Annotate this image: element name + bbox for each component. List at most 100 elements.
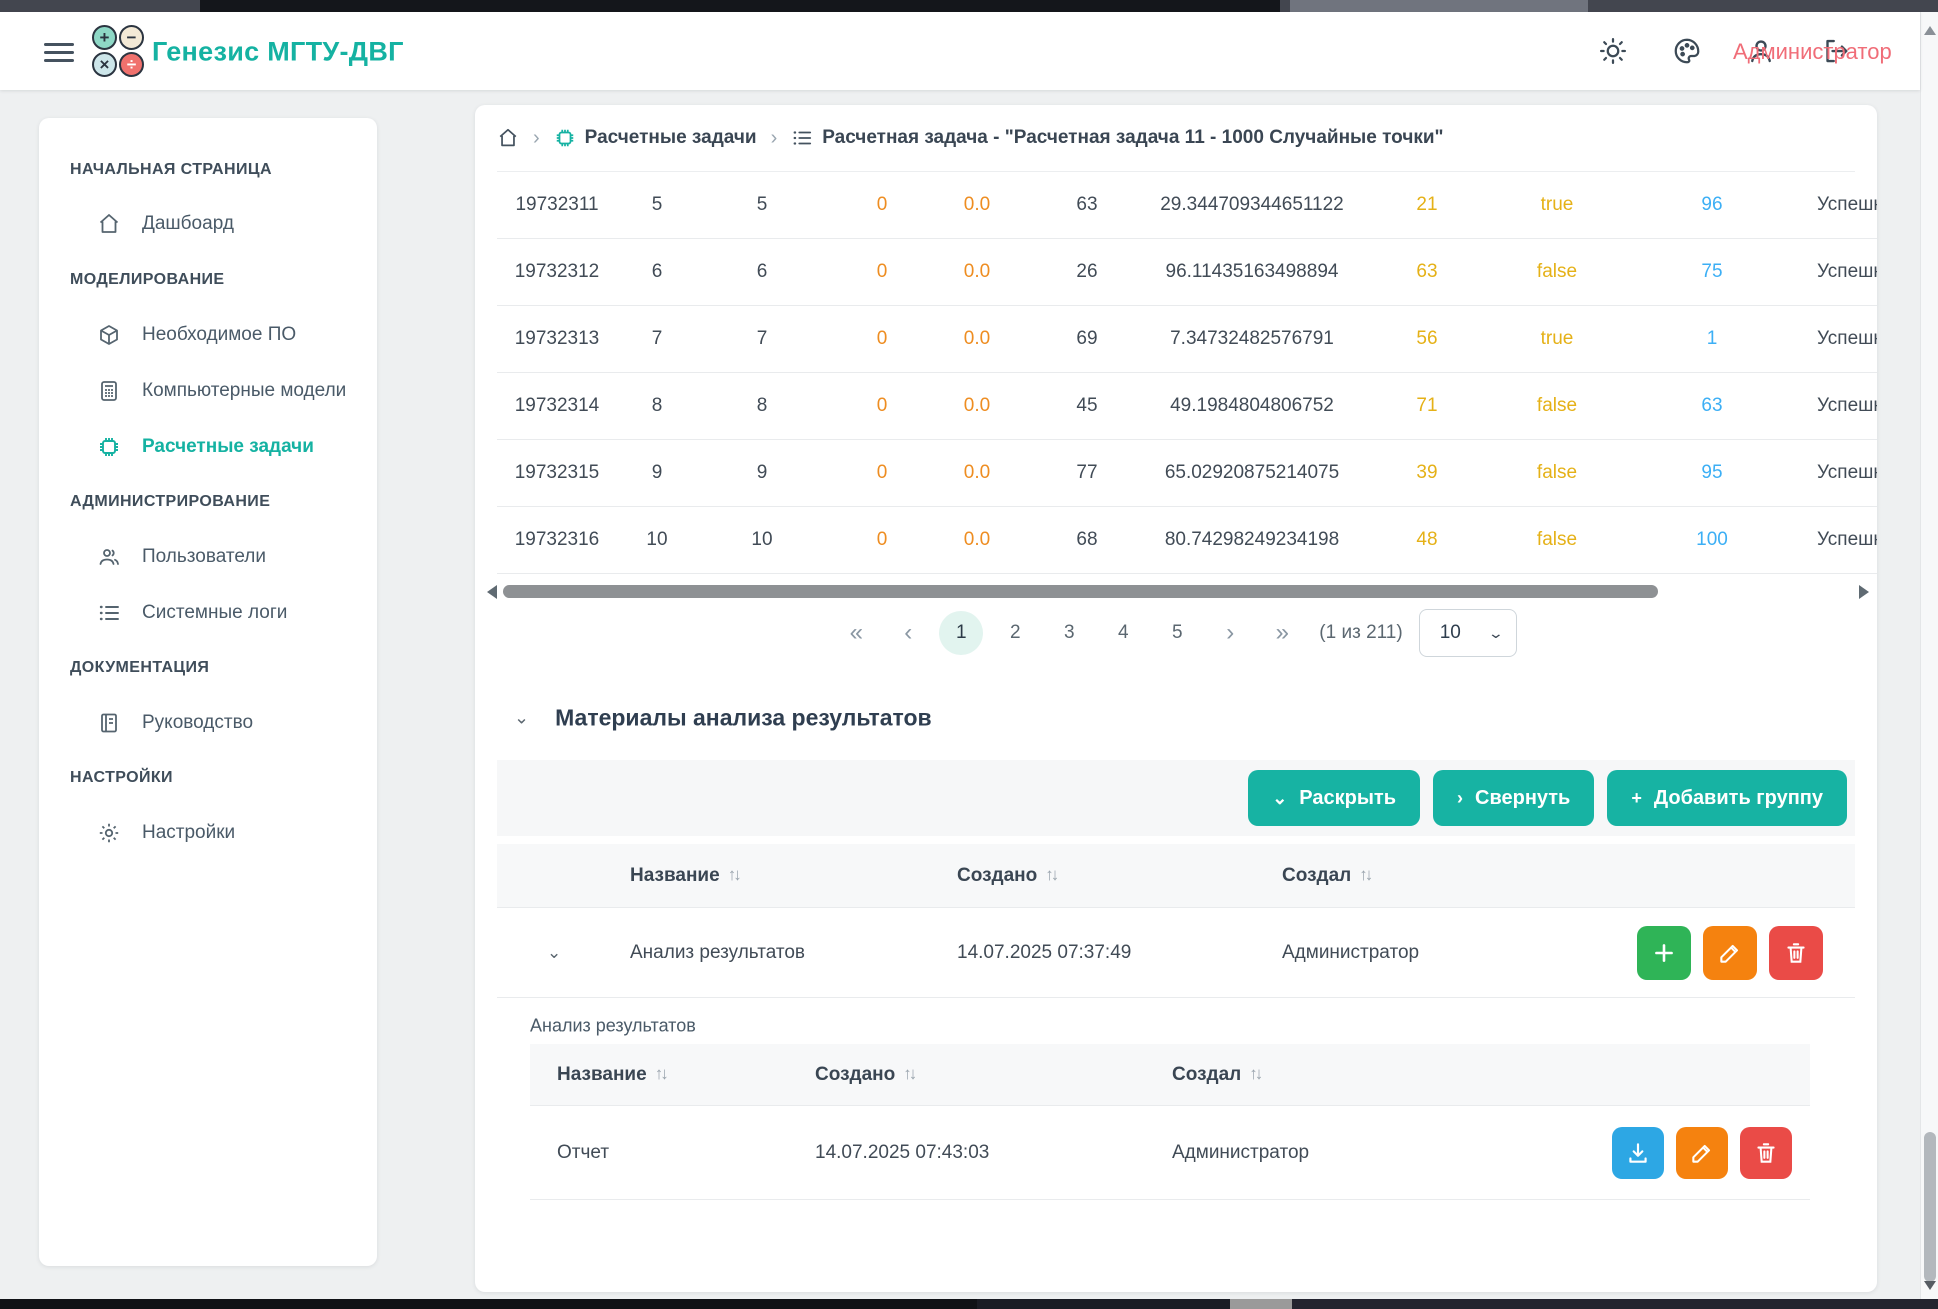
table-horizontal-scrollbar[interactable] — [487, 583, 1869, 601]
sidebar-item-manual[interactable]: Руководство — [97, 711, 253, 735]
sidebar-item-software[interactable]: Необходимое ПО — [97, 323, 296, 347]
table-cell: 10 — [646, 529, 668, 550]
sidebar-item-models[interactable]: Компьютерные модели — [97, 379, 346, 403]
pagination-last-button[interactable]: » — [1261, 611, 1303, 655]
pagination-next-button[interactable]: › — [1209, 611, 1251, 655]
table-cell: 75 — [1701, 261, 1723, 282]
table-cell: 7 — [756, 328, 768, 349]
palette-icon[interactable] — [1672, 36, 1702, 66]
table-cell: 0 — [876, 529, 888, 550]
materials-group-row: ⌄ Анализ результатов 14.07.2025 07:37:49… — [497, 908, 1855, 998]
edit-material-button[interactable] — [1676, 1126, 1728, 1179]
table-cell: 63 — [1416, 261, 1438, 282]
add-group-button[interactable]: + Добавить группу — [1607, 770, 1847, 826]
app-title: Генезис МГТУ-ДВГ — [152, 36, 404, 67]
table-cell: Успешно — [1817, 395, 1877, 416]
add-material-button[interactable] — [1637, 925, 1691, 980]
table-cell: 19732312 — [514, 261, 600, 282]
sidebar-item-tasks[interactable]: Расчетные задачи — [97, 435, 314, 459]
table-row[interactable]: 19732316 10 10 0 0.0 68 80.74298249234198 48 fal… — [497, 507, 1877, 574]
section-collapse-icon[interactable]: ⌄ — [514, 708, 529, 729]
table-cell: 0 — [876, 194, 888, 215]
sidebar-item-dashboard[interactable]: Дашбоард — [97, 212, 234, 236]
column-header-author[interactable]: Создал — [1282, 865, 1370, 887]
scroll-left-arrow-icon[interactable] — [487, 585, 497, 599]
table-cell: 8 — [756, 395, 768, 416]
scroll-right-arrow-icon[interactable] — [1859, 585, 1869, 599]
column-label: Создал — [1282, 864, 1352, 886]
download-material-button[interactable] — [1612, 1126, 1664, 1179]
sidebar-item-label: Настройки — [142, 822, 236, 843]
taskbar — [0, 1299, 1938, 1309]
column-header-created[interactable]: Создано — [815, 1064, 914, 1086]
table-cell: 9 — [756, 462, 768, 483]
expand-all-button[interactable]: ⌄ Раскрыть — [1248, 770, 1420, 826]
table-cell: false — [1536, 395, 1578, 416]
pagination-page-1[interactable]: 1 — [939, 611, 984, 655]
table-cell: 7.34732482576791 — [1170, 328, 1334, 349]
column-header-created[interactable]: Создано — [957, 865, 1056, 887]
material-name: Отчет — [557, 1141, 610, 1163]
nested-group-label: Анализ результатов — [530, 1015, 696, 1036]
menu-toggle-button[interactable] — [44, 38, 74, 64]
theme-sun-icon[interactable] — [1598, 36, 1628, 66]
breadcrumb-home[interactable] — [497, 127, 519, 149]
home-icon — [497, 127, 519, 149]
sidebar-item-logs[interactable]: Системные логи — [97, 601, 287, 625]
pagination-page-3[interactable]: 3 — [1047, 611, 1091, 655]
table-cell: 19732314 — [514, 395, 600, 416]
delete-group-button[interactable] — [1769, 925, 1823, 980]
current-user-label[interactable]: Администратор — [1733, 39, 1892, 65]
horizontal-scroll-thumb[interactable] — [503, 585, 1658, 598]
table-cell: 49.1984804806752 — [1170, 395, 1334, 416]
column-header-author[interactable]: Создал — [1172, 1064, 1260, 1086]
sidebar-item-settings[interactable]: Настройки — [97, 821, 235, 845]
pagination-info: (1 из 211) — [1319, 622, 1403, 643]
app-logo: + − × ÷ — [92, 25, 144, 77]
sidebar-item-users[interactable]: Пользователи — [97, 545, 266, 569]
sidebar-section-modeling: МОДЕЛИРОВАНИЕ — [70, 271, 225, 288]
table-cell: Успешно — [1817, 261, 1877, 282]
browser-top-strip-dark — [200, 0, 1280, 12]
table-cell: 19732311 — [515, 194, 599, 215]
table-row[interactable]: 19732312 6 6 0 0.0 26 96.11435163498894 63 false… — [497, 239, 1877, 306]
pagination-page-5[interactable]: 5 — [1155, 611, 1199, 655]
sidebar-item-label: Необходимое ПО — [142, 324, 297, 345]
materials-section-title: Материалы анализа результатов — [555, 704, 932, 731]
pagination-page-4[interactable]: 4 — [1101, 611, 1145, 655]
edit-group-button[interactable] — [1703, 925, 1757, 980]
browser-vertical-scrollbar[interactable] — [1920, 12, 1938, 1299]
row-expand-icon[interactable]: ⌄ — [547, 943, 561, 963]
table-cell: false — [1536, 529, 1578, 550]
table-cell: 77 — [1076, 462, 1098, 483]
table-cell: 29.344709344651122 — [1160, 194, 1344, 215]
taskbar-segment — [0, 1299, 977, 1309]
column-label: Создано — [957, 864, 1038, 886]
sidebar-section-administration: АДМИНИСТРИРОВАНИЕ — [70, 493, 271, 510]
scrollbar-up-arrow-icon[interactable] — [1924, 26, 1936, 35]
collapse-all-button[interactable]: › Свернуть — [1433, 770, 1595, 826]
column-header-name[interactable]: Название — [557, 1064, 666, 1086]
list-icon — [791, 127, 813, 149]
table-row[interactable]: 19732311 5 5 0 0.0 63 29.344709344651122 21 true… — [497, 172, 1877, 239]
table-cell: 0.0 — [963, 194, 991, 215]
table-cell: Успешно — [1817, 194, 1877, 215]
page-size-select[interactable]: 10 ⌄ — [1418, 609, 1517, 657]
table-row[interactable]: 19732313 7 7 0 0.0 69 7.34732482576791 56 true 1 У… — [497, 306, 1877, 373]
nested-materials-table: Название Создано Создал Отчет 14.07.2025… — [530, 1044, 1810, 1200]
delete-material-button[interactable] — [1740, 1126, 1792, 1179]
calculator-icon — [97, 379, 121, 403]
scrollbar-thumb[interactable] — [1924, 1132, 1936, 1282]
scrollbar-down-arrow-icon[interactable] — [1924, 1281, 1936, 1290]
pagination-first-button[interactable]: « — [835, 611, 877, 655]
column-header-name[interactable]: Название — [630, 865, 739, 887]
users-icon — [97, 545, 121, 569]
pagination-page-2[interactable]: 2 — [993, 611, 1037, 655]
pagination-prev-button[interactable]: ‹ — [887, 611, 929, 655]
table-cell: 0 — [876, 328, 888, 349]
table-row[interactable]: 19732314 8 8 0 0.0 45 49.1984804806752 71 false 6… — [497, 373, 1877, 440]
sidebar-item-label: Дашбоард — [142, 213, 234, 234]
table-row[interactable]: 19732315 9 9 0 0.0 77 65.02920875214075 39 false… — [497, 440, 1877, 507]
chevron-right-icon: › — [1457, 787, 1463, 808]
breadcrumb-tasks[interactable]: Расчетные задачи — [554, 127, 757, 149]
